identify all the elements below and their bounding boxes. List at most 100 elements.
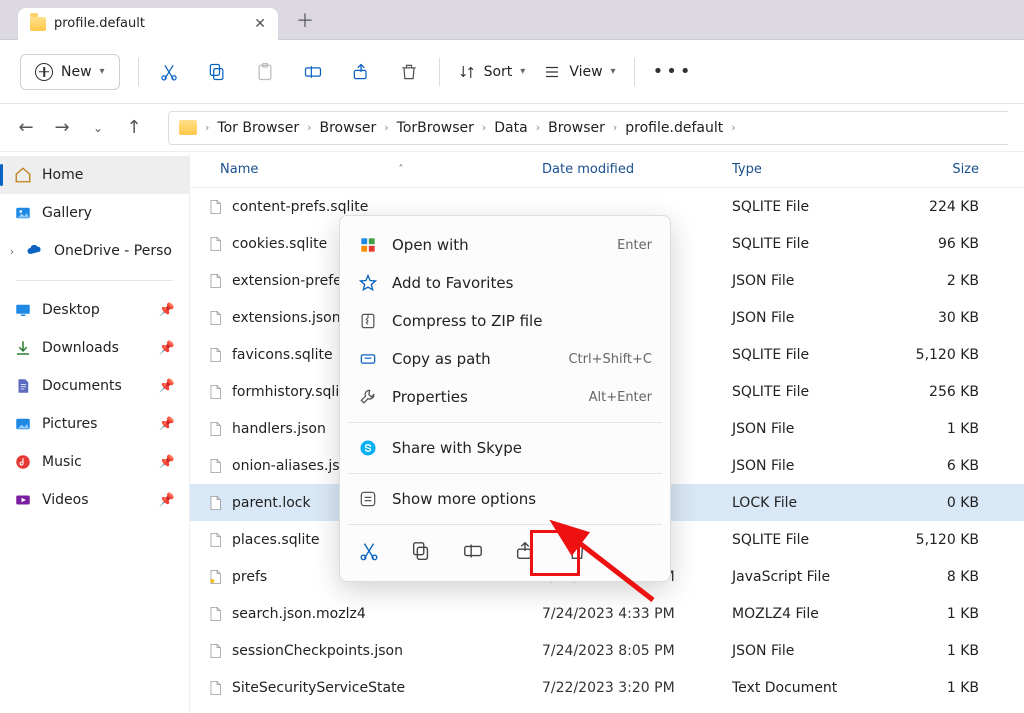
file-icon <box>206 529 224 551</box>
file-size: 1 KB <box>892 421 987 437</box>
sidebar-item-onedrive[interactable]: › OneDrive - Perso <box>0 232 189 270</box>
tab-close-icon[interactable]: ✕ <box>254 16 266 32</box>
context-icon-row <box>340 531 670 571</box>
breadcrumb-item[interactable]: Data <box>492 120 529 136</box>
context-show-more[interactable]: Show more options <box>340 480 670 518</box>
sidebar: Home Gallery › OneDrive - Perso Desktop … <box>0 152 190 713</box>
file-type: SQLITE File <box>732 532 892 548</box>
sort-button[interactable]: Sort ▾ <box>458 63 526 81</box>
file-row[interactable]: sessionCheckpoints.json7/24/2023 8:05 PM… <box>190 632 1024 669</box>
file-row[interactable]: SiteSecurityServiceState7/22/2023 3:20 P… <box>190 669 1024 706</box>
context-item[interactable]: Copy as pathCtrl+Shift+C <box>340 340 670 378</box>
file-size: 30 KB <box>892 310 987 326</box>
file-icon <box>206 566 224 588</box>
chevron-right-icon: › <box>307 121 311 134</box>
context-item[interactable]: Open withEnter <box>340 226 670 264</box>
nav-row: ← → ⌄ ↑ › Tor Browser › Browser › TorBro… <box>0 104 1024 152</box>
file-date: 7/24/2023 8:05 PM <box>542 643 732 659</box>
column-header-label: Name <box>220 162 258 177</box>
file-type: SQLITE File <box>732 236 892 252</box>
column-type[interactable]: Type <box>732 162 892 177</box>
context-item[interactable]: PropertiesAlt+Enter <box>340 378 670 416</box>
file-icon <box>206 233 224 255</box>
context-shortcut: Ctrl+Shift+C <box>568 352 652 367</box>
tab[interactable]: profile.default ✕ <box>18 8 278 40</box>
context-item[interactable]: Compress to ZIP file <box>340 302 670 340</box>
file-type: LOCK File <box>732 495 892 511</box>
history-dropdown[interactable]: ⌄ <box>84 114 112 142</box>
sidebar-item-desktop[interactable]: Desktop 📌 <box>0 291 189 329</box>
back-button[interactable]: ← <box>12 114 40 142</box>
up-button[interactable]: ↑ <box>120 114 148 142</box>
context-item[interactable]: Add to Favorites <box>340 264 670 302</box>
context-label: Compress to ZIP file <box>392 312 638 330</box>
file-name: search.json.mozlz4 <box>232 606 542 622</box>
column-name[interactable]: Name ˄ <box>190 162 542 177</box>
pin-icon[interactable]: 📌 <box>159 379 175 394</box>
breadcrumb-item[interactable]: profile.default <box>623 120 725 136</box>
file-size: 1 KB <box>892 606 987 622</box>
file-type: Text Document <box>732 680 892 696</box>
more-options-button[interactable]: ••• <box>653 61 694 82</box>
file-icon <box>206 344 224 366</box>
pictures-icon <box>14 415 32 433</box>
more-icon <box>358 489 378 509</box>
copypath-icon <box>358 349 378 369</box>
sidebar-item-gallery[interactable]: Gallery <box>0 194 189 232</box>
delete-icon[interactable] <box>397 60 421 84</box>
rename-icon[interactable] <box>462 540 484 562</box>
file-name: sessionCheckpoints.json <box>232 643 542 659</box>
breadcrumb-item[interactable]: Tor Browser <box>215 120 301 136</box>
divider <box>348 524 662 525</box>
sort-indicator-icon: ˄ <box>398 164 403 175</box>
file-type: JSON File <box>732 421 892 437</box>
copy-icon[interactable] <box>410 540 432 562</box>
file-row[interactable]: search.json.mozlz47/24/2023 4:33 PMMOZLZ… <box>190 595 1024 632</box>
pin-icon[interactable]: 📌 <box>159 417 175 432</box>
sidebar-item-documents[interactable]: Documents 📌 <box>0 367 189 405</box>
divider <box>634 58 635 86</box>
breadcrumb[interactable]: › Tor Browser › Browser › TorBrowser › D… <box>168 111 1008 145</box>
new-button[interactable]: New ▾ <box>20 54 120 90</box>
new-tab-button[interactable]: ＋ <box>296 7 314 33</box>
context-item[interactable]: Share with Skype <box>340 429 670 467</box>
column-size[interactable]: Size <box>892 162 987 177</box>
sidebar-item-downloads[interactable]: Downloads 📌 <box>0 329 189 367</box>
cut-icon[interactable] <box>157 60 181 84</box>
forward-button[interactable]: → <box>48 114 76 142</box>
divider <box>16 280 173 281</box>
share-icon[interactable] <box>349 60 373 84</box>
divider <box>439 58 440 86</box>
file-size: 224 KB <box>892 199 987 215</box>
file-icon <box>206 640 224 662</box>
delete-icon[interactable] <box>566 540 588 562</box>
column-header-label: Type <box>732 162 762 177</box>
desktop-icon <box>14 301 32 319</box>
breadcrumb-item[interactable]: TorBrowser <box>395 120 476 136</box>
copy-icon[interactable] <box>205 60 229 84</box>
file-type: JSON File <box>732 310 892 326</box>
pin-icon[interactable]: 📌 <box>159 303 175 318</box>
rename-icon[interactable] <box>301 60 325 84</box>
sidebar-item-label: Home <box>42 167 83 183</box>
sidebar-item-home[interactable]: Home <box>0 156 189 194</box>
sidebar-item-videos[interactable]: Videos 📌 <box>0 481 189 519</box>
cut-icon[interactable] <box>358 540 380 562</box>
paste-icon[interactable] <box>253 60 277 84</box>
share-icon[interactable] <box>514 540 536 562</box>
view-button[interactable]: View ▾ <box>543 63 615 81</box>
sidebar-item-pictures[interactable]: Pictures 📌 <box>0 405 189 443</box>
file-size: 0 KB <box>892 495 987 511</box>
breadcrumb-item[interactable]: Browser <box>318 120 379 136</box>
music-icon <box>14 453 32 471</box>
pin-icon[interactable]: 📌 <box>159 493 175 508</box>
chevron-right-icon: › <box>482 121 486 134</box>
chevron-right-icon[interactable]: › <box>0 245 24 258</box>
sidebar-item-music[interactable]: Music 📌 <box>0 443 189 481</box>
pin-icon[interactable]: 📌 <box>159 455 175 470</box>
pin-icon[interactable]: 📌 <box>159 341 175 356</box>
sidebar-item-label: Music <box>42 454 82 470</box>
context-label: Show more options <box>392 490 652 508</box>
breadcrumb-item[interactable]: Browser <box>546 120 607 136</box>
column-date[interactable]: Date modified <box>542 162 732 177</box>
